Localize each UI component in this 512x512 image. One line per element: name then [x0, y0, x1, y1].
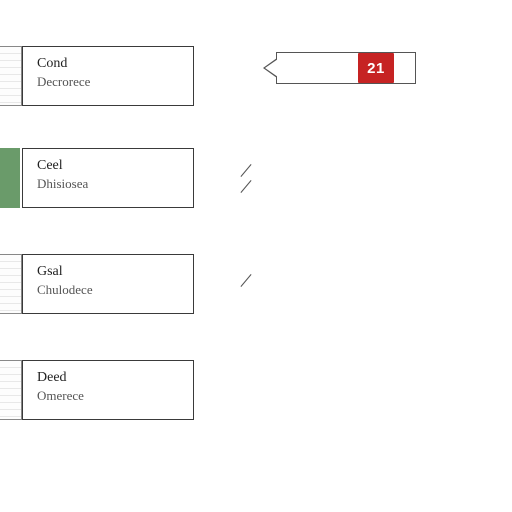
card-subtitle: Decrorece: [37, 74, 181, 89]
connector-tick: [240, 164, 251, 177]
card-title: Ceel: [37, 158, 181, 174]
option-card-3[interactable]: Gsal Chulodece: [22, 254, 194, 314]
sheet-strip-3: [0, 254, 22, 314]
option-card-2[interactable]: Ceel Dhisiosea: [22, 148, 194, 208]
card-subtitle: Chulodece: [37, 282, 181, 297]
card-title: Cond: [37, 56, 181, 72]
connector-tick: [240, 180, 251, 193]
option-card-1[interactable]: Cond Decrorece: [22, 46, 194, 106]
pointer-bar: [276, 52, 416, 84]
sheet-strip-4: [0, 360, 22, 420]
card-title: Deed: [37, 370, 181, 386]
diagram-canvas: Cond Decrorece Ceel Dhisiosea Gsal Chulo…: [0, 0, 512, 512]
sheet-strip-1: [0, 46, 22, 106]
card-title: Gsal: [37, 264, 181, 280]
connector-tick: [240, 274, 251, 287]
card-subtitle: Dhisiosea: [37, 176, 181, 191]
green-accent: [0, 148, 20, 208]
count-badge: 21: [358, 53, 394, 83]
card-subtitle: Omerece: [37, 388, 181, 403]
option-card-4[interactable]: Deed Omerece: [22, 360, 194, 420]
